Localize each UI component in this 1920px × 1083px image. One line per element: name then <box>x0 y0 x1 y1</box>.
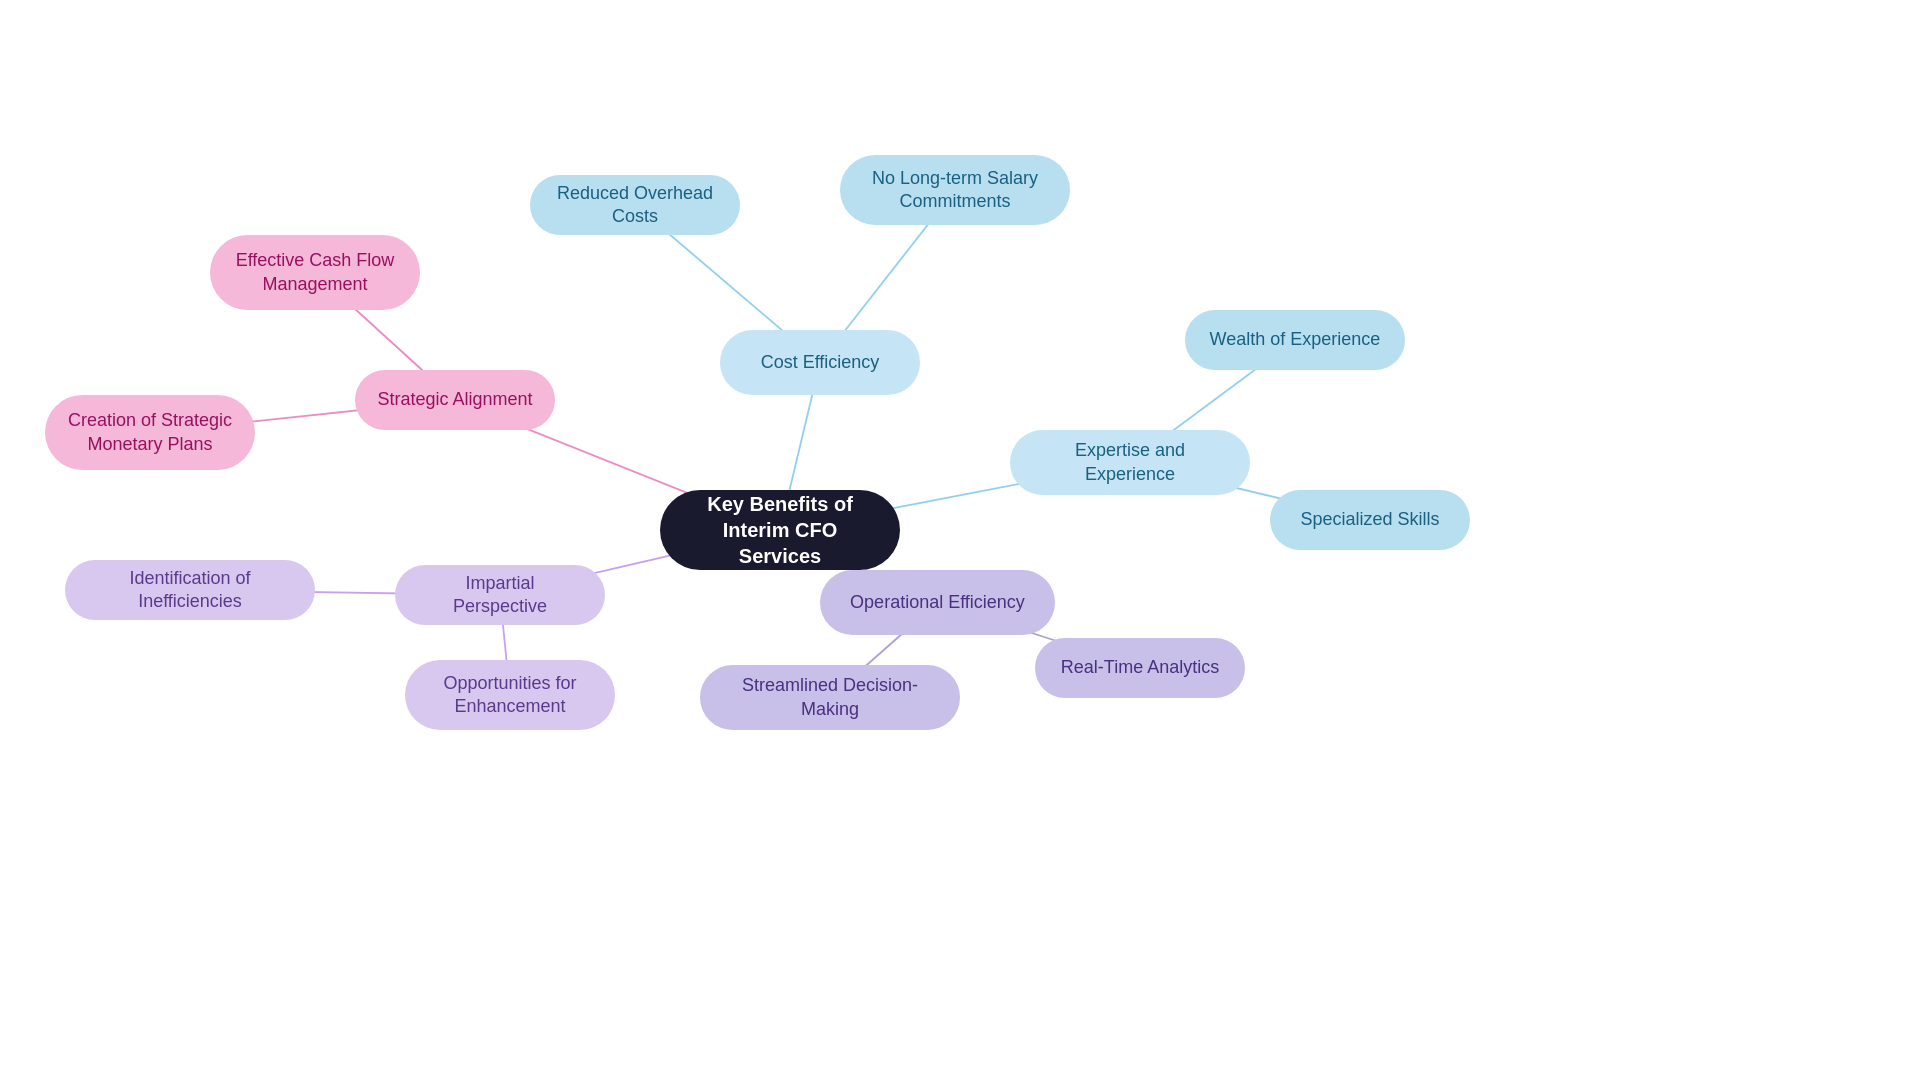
center-node: Key Benefits of Interim CFO Services <box>660 490 900 570</box>
node-operational: Operational Efficiency <box>820 570 1055 635</box>
mindmap-container: Key Benefits of Interim CFO Services Cost… <box>0 0 1920 1083</box>
node-specialized-skills: Specialized Skills <box>1270 490 1470 550</box>
node-opportunities: Opportunities for Enhancement <box>405 660 615 730</box>
node-cost-efficiency: Cost Efficiency <box>720 330 920 395</box>
node-strategic-alignment: Strategic Alignment <box>355 370 555 430</box>
node-identification: Identification of Inefficiencies <box>65 560 315 620</box>
node-strategic-monetary: Creation of Strategic Monetary Plans <box>45 395 255 470</box>
node-impartial: Impartial Perspective <box>395 565 605 625</box>
node-effective-cash: Effective Cash Flow Management <box>210 235 420 310</box>
node-wealth-experience: Wealth of Experience <box>1185 310 1405 370</box>
node-no-salary: No Long-term Salary Commitments <box>840 155 1070 225</box>
node-streamlined: Streamlined Decision-Making <box>700 665 960 730</box>
node-reduced-overhead: Reduced Overhead Costs <box>530 175 740 235</box>
node-realtime: Real-Time Analytics <box>1035 638 1245 698</box>
node-expertise: Expertise and Experience <box>1010 430 1250 495</box>
